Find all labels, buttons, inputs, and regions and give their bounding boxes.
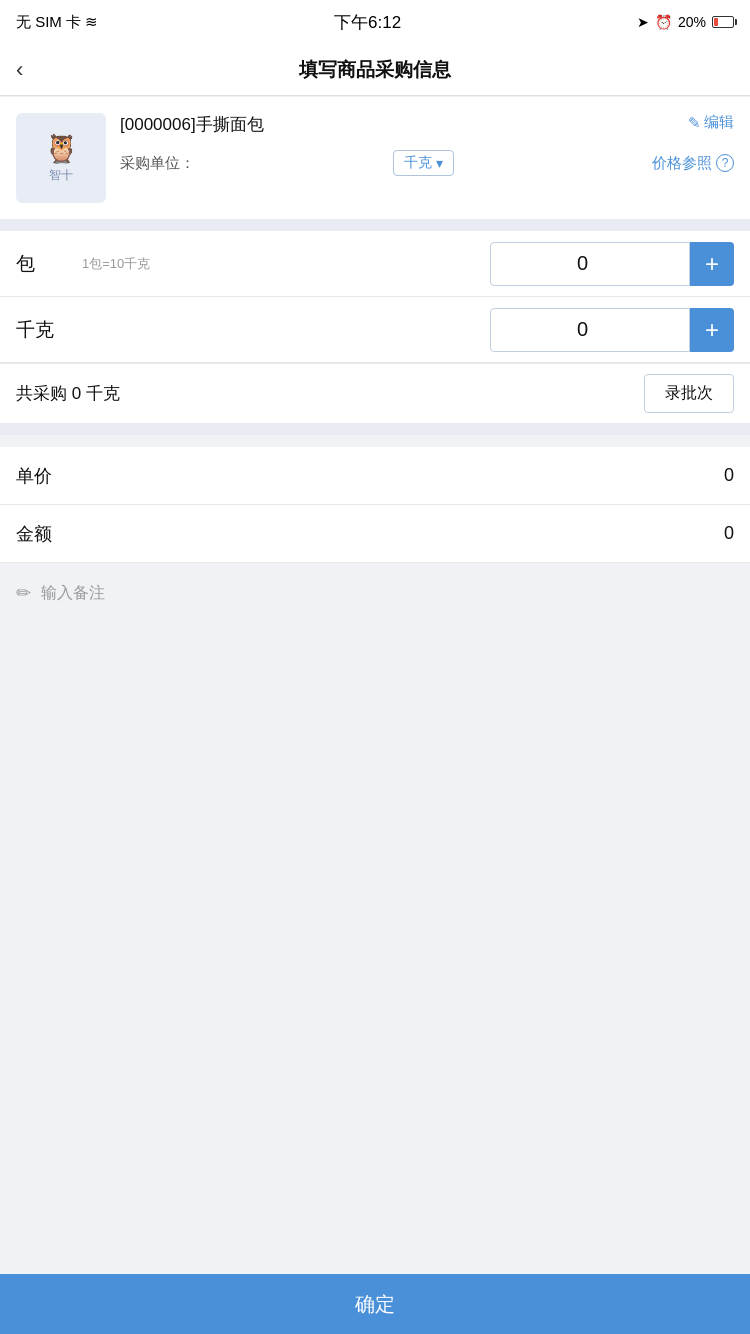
notes-placeholder: 输入备注 [41, 583, 105, 604]
product-name: [0000006]手撕面包 [120, 113, 264, 136]
alarm-icon: ⏰ [655, 14, 672, 30]
purchase-unit-label: 采购单位： [120, 154, 195, 173]
unit-value: 千克 [404, 154, 432, 172]
divider-2 [0, 423, 750, 435]
kg-quantity-input[interactable] [490, 308, 690, 352]
product-info: [0000006]手撕面包 ✎ 编辑 采购单位： 千克 ▾ 价格参照 ? [120, 113, 734, 176]
price-ref-label: 价格参照 [652, 154, 712, 173]
bag-quantity-input[interactable] [490, 242, 690, 286]
confirm-button[interactable]: 确定 [0, 1274, 750, 1334]
product-logo-icon: 🦉 [44, 132, 79, 165]
edit-button[interactable]: ✎ 编辑 [688, 113, 734, 132]
kg-input-row: 千克 + [0, 297, 750, 363]
unit-price-row: 单价 0 [0, 447, 750, 505]
edit-icon: ✎ [688, 114, 701, 132]
chevron-down-icon: ▾ [436, 155, 443, 171]
bag-input-row: 包 1包=10千克 + [0, 231, 750, 297]
price-section: 单价 0 金额 0 [0, 447, 750, 563]
kg-plus-button[interactable]: + [690, 308, 734, 352]
confirm-label: 确定 [355, 1291, 395, 1318]
nav-bar: ‹ 填写商品采购信息 [0, 44, 750, 96]
unit-price-value: 0 [724, 465, 734, 486]
status-time: 下午6:12 [334, 11, 401, 34]
product-thumbnail: 🦉 智十 [16, 113, 106, 203]
price-ref-button[interactable]: 价格参照 ? [652, 154, 734, 173]
kg-label: 千克 [16, 317, 76, 343]
pencil-icon: ✏ [16, 582, 31, 604]
page-title: 填写商品采购信息 [299, 57, 451, 83]
back-button[interactable]: ‹ [16, 57, 23, 83]
amount-row: 金额 0 [0, 505, 750, 563]
kg-qty-control: + [490, 308, 734, 352]
brand-label: 智十 [49, 167, 73, 184]
info-icon: ? [716, 154, 734, 172]
summary-text: 共采购 0 千克 [16, 382, 120, 405]
purchase-unit-row: 采购单位： 千克 ▾ 价格参照 ? [120, 150, 734, 176]
product-section: 🦉 智十 [0000006]手撕面包 ✎ 编辑 采购单位： 千克 ▾ 价格参照 … [0, 97, 750, 219]
unit-price-label: 单价 [16, 464, 52, 488]
batch-button[interactable]: 录批次 [644, 374, 734, 413]
amount-value: 0 [724, 523, 734, 544]
amount-label: 金额 [16, 522, 52, 546]
status-left: 无 SIM 卡 ≋ [16, 13, 98, 32]
bag-label: 包 [16, 251, 76, 277]
footer-area [0, 623, 750, 943]
battery-percent: 20% [678, 14, 706, 30]
edit-label: 编辑 [704, 113, 734, 132]
location-icon: ➤ [637, 14, 649, 30]
bag-sublabel: 1包=10千克 [82, 255, 490, 273]
battery-icon [712, 16, 734, 28]
bag-plus-button[interactable]: + [690, 242, 734, 286]
bag-qty-control: + [490, 242, 734, 286]
product-name-row: [0000006]手撕面包 ✎ 编辑 [120, 113, 734, 136]
notes-section[interactable]: ✏ 输入备注 [0, 563, 750, 623]
status-right: ➤ ⏰ 20% [637, 14, 734, 30]
input-section: 包 1包=10千克 + 千克 + [0, 231, 750, 363]
summary-row: 共采购 0 千克 录批次 [0, 363, 750, 423]
sim-status: 无 SIM 卡 ≋ [16, 13, 98, 32]
status-bar: 无 SIM 卡 ≋ 下午6:12 ➤ ⏰ 20% [0, 0, 750, 44]
divider-1 [0, 219, 750, 231]
unit-dropdown[interactable]: 千克 ▾ [393, 150, 454, 176]
